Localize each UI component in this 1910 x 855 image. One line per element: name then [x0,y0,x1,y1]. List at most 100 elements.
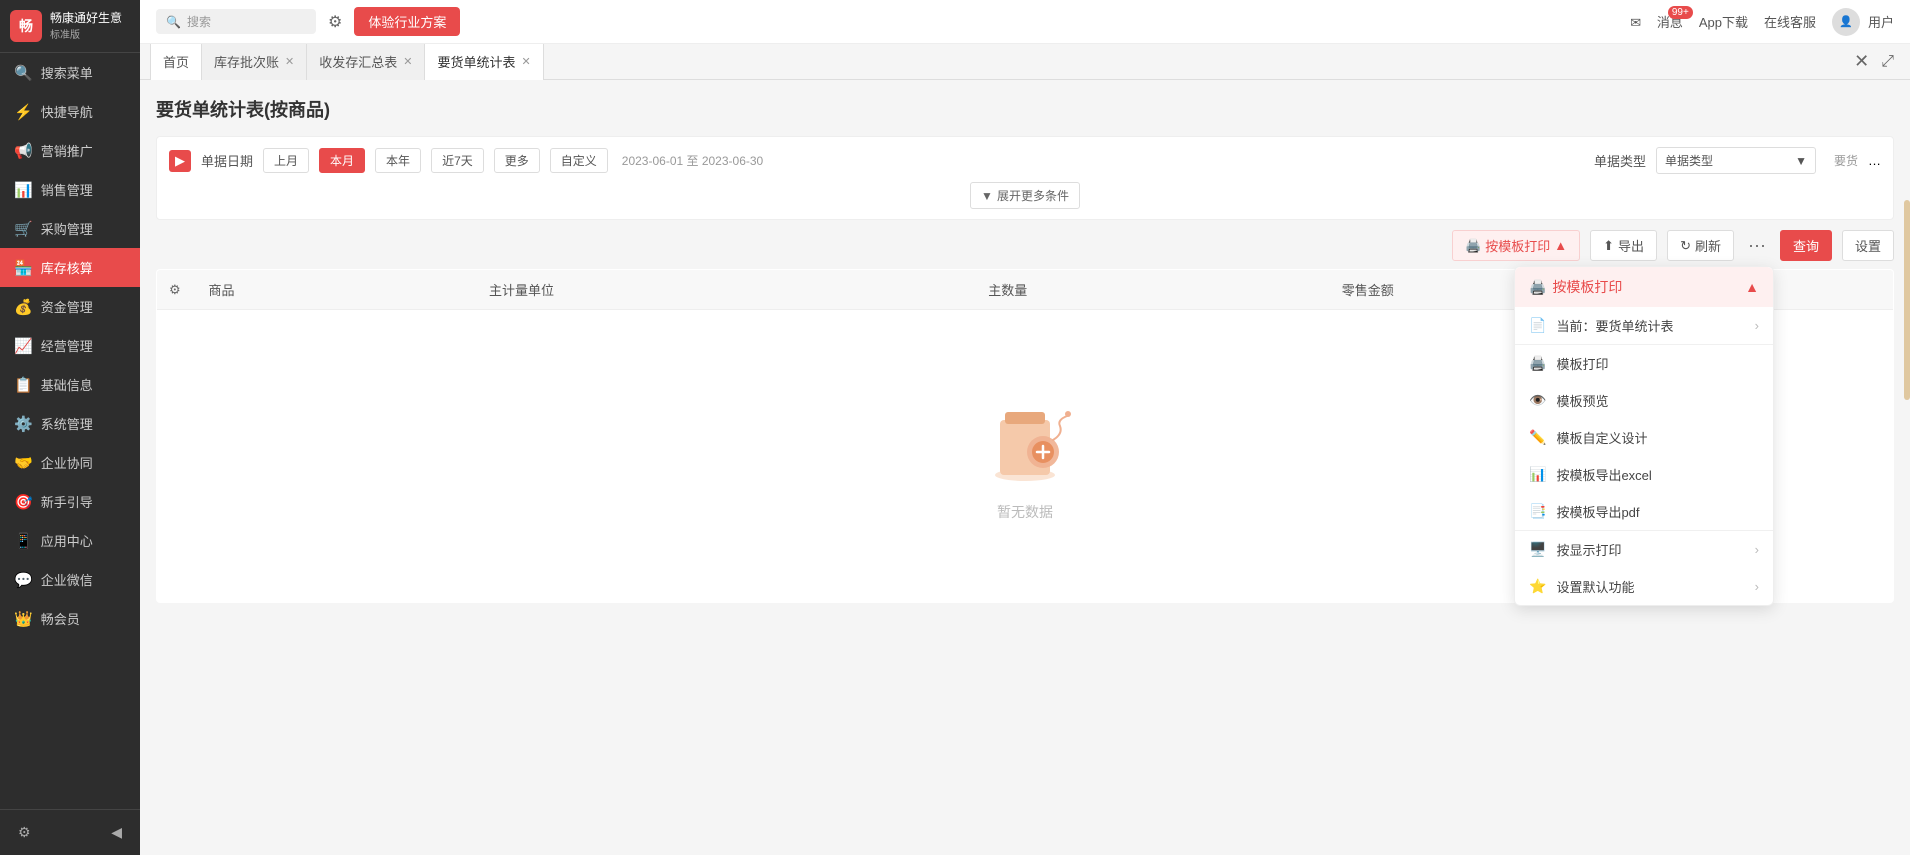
sidebar-item-marketing[interactable]: 📢 营销推广 [0,131,140,170]
query-btn[interactable]: 查询 [1780,230,1832,261]
dropdown-item-set-default[interactable]: ⭐ 设置默认功能 › [1515,568,1773,605]
sidebar-item-apps[interactable]: 📱 应用中心 [0,521,140,560]
date-btn-7days[interactable]: 近7天 [431,148,484,173]
sidebar-item-guide[interactable]: 🎯 新手引导 [0,482,140,521]
filter-expand-icon[interactable]: ▶ [169,150,191,172]
dropdown-item-template-custom[interactable]: ✏️ 模板自定义设计 [1515,419,1773,456]
member-icon: 👑 [14,610,33,628]
sidebar-item-label: 销售管理 [41,180,93,199]
tab-close-icon[interactable]: ✕ [522,55,531,68]
sidebar-bottom: ⚙ ◀ [0,809,140,855]
dropdown-item-template-pdf[interactable]: 📑 按模板导出pdf [1515,493,1773,530]
sidebar-item-label: 资金管理 [41,297,93,316]
dropdown-item-current[interactable]: 📄 当前：要货单统计表 › [1515,307,1773,344]
sidebar-item-finance[interactable]: 💰 资金管理 [0,287,140,326]
tab-home[interactable]: 首页 [150,44,202,80]
chevron-right-icon: › [1755,542,1759,557]
tab-order-stats[interactable]: 要货单统计表 ✕ [425,44,543,80]
dropdown-item-template-print[interactable]: 🖨️ 模板打印 [1515,345,1773,382]
settings-btn[interactable]: 设置 [1842,230,1894,261]
date-label: 单据日期 [201,151,253,170]
sidebar-item-label: 经营管理 [41,336,93,355]
apps-icon: 📱 [14,532,33,550]
right-scrollbar[interactable] [1904,200,1910,400]
sidebar-item-quick-nav[interactable]: ⚡ 快捷导航 [0,92,140,131]
sidebar: 畅 畅康通好生意 标准版 🔍 搜索菜单 ⚡ 快捷导航 📢 营销推广 📊 销售管理… [0,0,140,855]
sales-icon: 📊 [14,181,33,199]
search-placeholder: 搜索 [187,13,211,30]
expand-row: ▼ 展开更多条件 [169,182,1881,209]
sidebar-settings-btn[interactable]: ⚙ [14,820,35,845]
sidebar-item-sales[interactable]: 📊 销售管理 [0,170,140,209]
dropdown-close-icon[interactable]: ▲ [1745,279,1759,295]
page-title: 要货单统计表(按商品) [156,96,1894,122]
wechat-icon: 💬 [14,571,33,589]
edit-icon: ✏️ [1529,429,1546,446]
message-icon: ✉ [1630,15,1641,30]
app-download-link[interactable]: App下载 [1699,12,1748,31]
dropdown-item-display-print[interactable]: 🖥️ 按显示打印 › [1515,531,1773,568]
date-btn-this-year[interactable]: 本年 [375,148,421,173]
message-count: 99+ [1668,6,1693,19]
sidebar-item-collab[interactable]: 🤝 企业协同 [0,443,140,482]
dropdown-title: 按模板打印 [1552,277,1622,297]
sidebar-item-purchase[interactable]: 🛒 采购管理 [0,209,140,248]
tab-close-all-icon[interactable]: ✕ [1848,51,1875,72]
sidebar-collapse-btn[interactable]: ◀ [107,820,126,845]
date-btn-prev-month[interactable]: 上月 [263,148,309,173]
topbar-search[interactable]: 🔍 搜索 [156,9,316,34]
type-select-value: 单据类型 [1665,152,1713,169]
tab-close-icon[interactable]: ✕ [285,55,294,68]
tab-label: 首页 [163,52,189,71]
tab-close-icon[interactable]: ✕ [403,55,412,68]
sidebar-item-wechat[interactable]: 💬 企业微信 [0,560,140,599]
refresh-btn[interactable]: ↻ 刷新 [1667,230,1734,261]
more-filter-label: 要货 [1834,152,1858,169]
date-btn-more[interactable]: 更多 [494,148,540,173]
date-btn-custom[interactable]: 自定义 [550,148,608,173]
sidebar-item-system[interactable]: ⚙️ 系统管理 [0,404,140,443]
settings-icon[interactable]: ⚙ [169,282,181,297]
tab-summary[interactable]: 收发存汇总表 ✕ [307,44,425,80]
message-badge[interactable]: ✉ 99+ 消息 [1630,12,1683,31]
tab-maximize-icon[interactable]: ⤢ [1875,53,1900,71]
query-label: 查询 [1793,236,1819,255]
more-chevron-icon: … [1868,153,1881,168]
expand-btn-label: 展开更多条件 [997,187,1069,204]
sidebar-item-basic[interactable]: 📋 基础信息 [0,365,140,404]
expand-chevron-icon: ▼ [981,189,993,203]
dropdown-item-template-preview[interactable]: 👁️ 模板预览 [1515,382,1773,419]
tab-batch[interactable]: 库存批次账 ✕ [202,44,307,80]
sidebar-item-label: 应用中心 [41,531,93,550]
online-service-link[interactable]: 在线客服 [1764,12,1816,31]
marketing-icon: 📢 [14,142,33,160]
purchase-icon: 🛒 [14,220,33,238]
user-profile[interactable]: 👤 用户 [1832,8,1894,36]
table-header-settings[interactable]: ⚙ [157,270,197,310]
dropdown-item-template-excel[interactable]: 📊 按模板导出excel [1515,456,1773,493]
sidebar-item-label: 营销推广 [41,141,93,160]
date-btn-this-month[interactable]: 本月 [319,148,365,173]
sidebar-item-search[interactable]: 🔍 搜索菜单 [0,53,140,92]
chevron-up-icon: ▲ [1554,238,1567,253]
sidebar-item-label: 新手引导 [41,492,93,511]
template-print-btn[interactable]: 🖨️ 按模板打印 ▲ [1452,230,1580,261]
topbar-settings-icon[interactable]: ⚙ [328,12,342,32]
trial-btn[interactable]: 体验行业方案 [354,7,460,36]
more-options-icon[interactable]: ··· [1744,235,1770,256]
app-name: 畅康通好生意 [50,11,122,27]
template-print-label: 按模板打印 [1485,236,1550,255]
sidebar-nav: 🔍 搜索菜单 ⚡ 快捷导航 📢 营销推广 📊 销售管理 🛒 采购管理 🏪 库存核… [0,53,140,809]
quick-nav-icon: ⚡ [14,103,33,121]
table-header-product: 商品 [197,270,478,310]
dropdown-item-label: 模板自定义设计 [1556,428,1647,447]
expand-btn[interactable]: ▼ 展开更多条件 [970,182,1080,209]
type-select[interactable]: 单据类型 ▼ [1656,147,1816,174]
dropdown-menu: 🖨️ 按模板打印 ▲ 📄 当前：要货单统计表 › 🖨️ 模板打印 👁️ [1514,266,1774,606]
sidebar-item-inventory[interactable]: 🏪 库存核算 [0,248,140,287]
finance-icon: 💰 [14,298,33,316]
export-btn[interactable]: ⬆ 导出 [1590,230,1657,261]
sidebar-item-operations[interactable]: 📈 经营管理 [0,326,140,365]
sidebar-item-member[interactable]: 👑 畅会员 [0,599,140,638]
toolbar: 🖨️ 按模板打印 ▲ ⬆ 导出 ↻ 刷新 ··· 查询 设置 � [156,230,1894,261]
